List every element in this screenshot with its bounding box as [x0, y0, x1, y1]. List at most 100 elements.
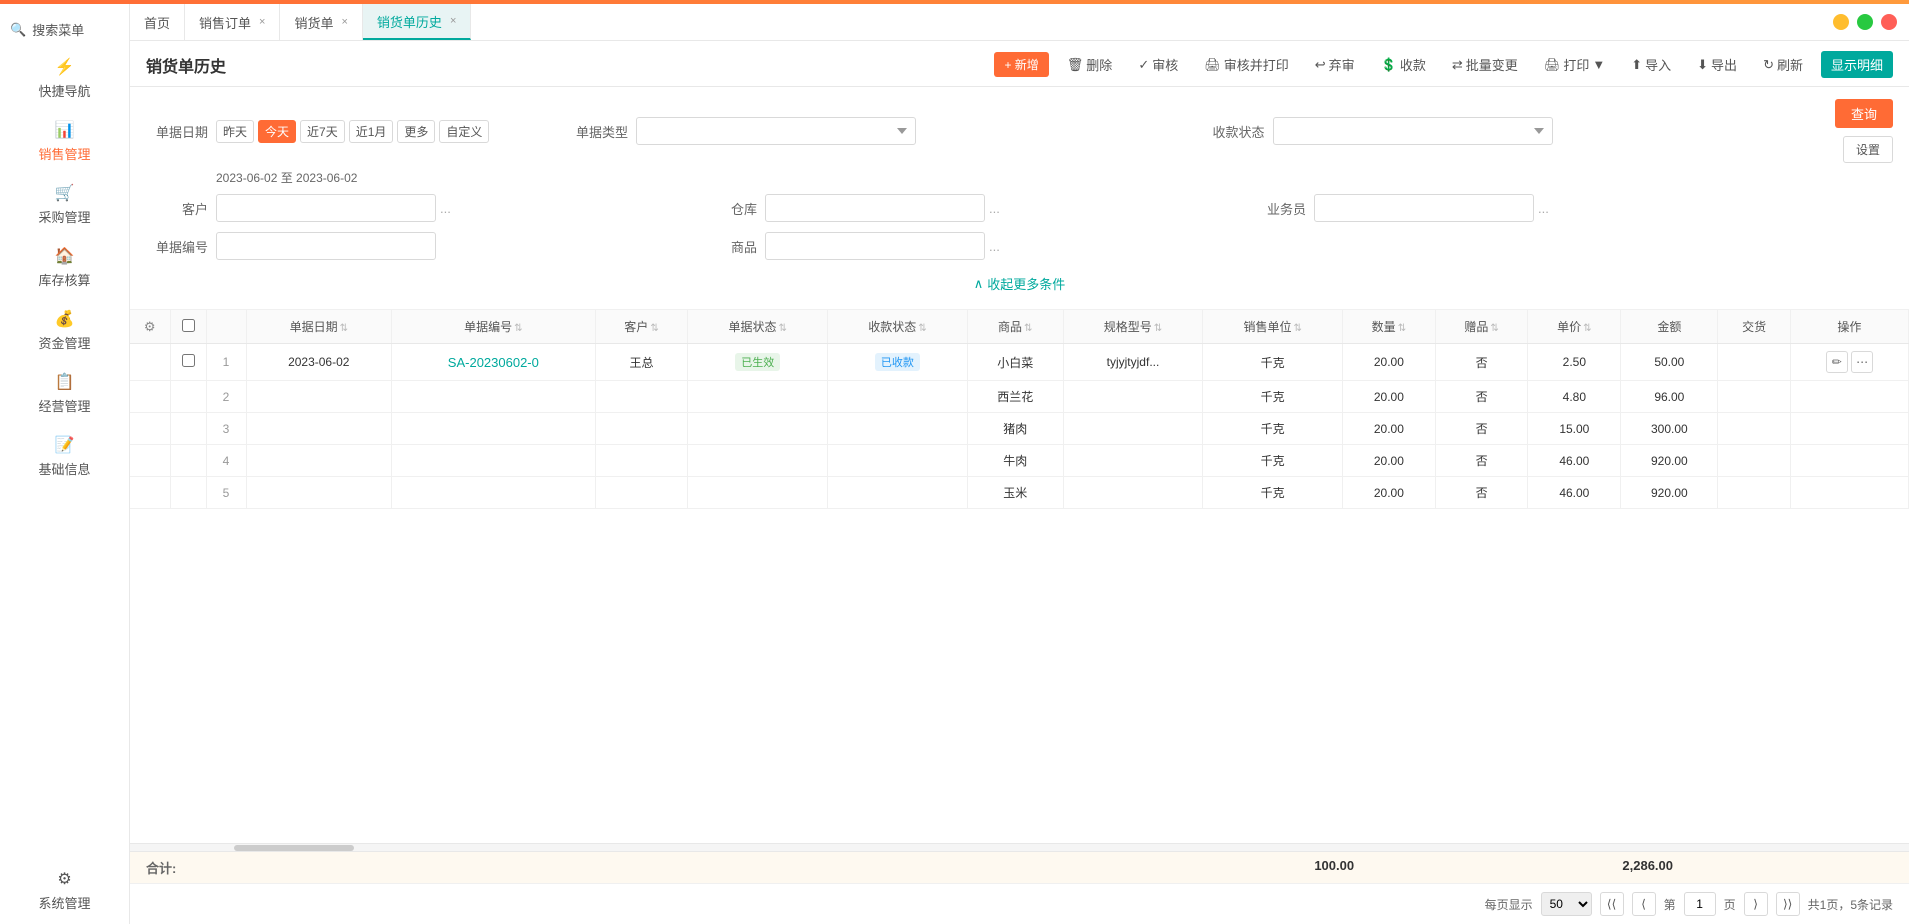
row-num-cell: 5: [206, 477, 246, 509]
table-footer: 合计: 100.00 2,286.00: [130, 851, 1909, 883]
pagination-bar: 每页显示 50 100 ⟨⟨ ⟨ 第 页 ⟩ ⟩⟩ 共1页，5条记录: [130, 883, 1909, 924]
date-range-display: 2023-06-02 至 2023-06-02: [216, 169, 357, 186]
date-7days[interactable]: 近7天: [300, 120, 345, 143]
th-doc-status[interactable]: 单据状态⇅: [688, 310, 828, 344]
th-price[interactable]: 单价⇅: [1528, 310, 1621, 344]
sidebar-item-quick-nav[interactable]: ⚡ 快捷导航: [0, 47, 129, 110]
doc-status-badge: 已生效: [735, 353, 780, 371]
th-qty[interactable]: 数量⇅: [1343, 310, 1436, 344]
import-button[interactable]: ⬆ 导入: [1623, 51, 1679, 78]
th-order-no[interactable]: 单据编号⇅: [392, 310, 596, 344]
customer-dots[interactable]: ...: [440, 201, 451, 216]
tab-bar: 首页 销售订单 × 销货单 × 销货单历史 ×: [130, 4, 1909, 41]
tab-close-sales-goods[interactable]: ×: [341, 16, 347, 28]
table-scroll-bar[interactable]: [130, 843, 1909, 851]
row-unit-cell: 千克: [1203, 477, 1343, 509]
th-date[interactable]: 单据日期⇅: [246, 310, 392, 344]
th-spec[interactable]: 规格型号⇅: [1063, 310, 1203, 344]
type-select[interactable]: [636, 117, 916, 145]
row-goods-cell: 牛肉: [967, 445, 1063, 477]
row-settings-cell: [130, 413, 170, 445]
audit-button[interactable]: ✓ 审核: [1130, 51, 1186, 78]
settings-icon[interactable]: ⚙: [144, 319, 156, 334]
tab-sales-goods[interactable]: 销货单 ×: [280, 4, 362, 40]
row-pay-status-cell: [828, 445, 968, 477]
totals-label: 合计:: [146, 858, 346, 877]
sidebar-item-finance[interactable]: 💰 资金管理: [0, 299, 129, 362]
goods-dots[interactable]: ...: [989, 239, 1000, 254]
date-yesterday[interactable]: 昨天: [216, 120, 254, 143]
row-transaction-cell: [1718, 413, 1790, 445]
row-actions-cell: [1790, 413, 1908, 445]
import-icon: ⬆: [1631, 57, 1642, 73]
payment-select[interactable]: [1273, 117, 1553, 145]
row-edit-button[interactable]: ✏: [1826, 351, 1848, 373]
row-doc-status-cell: [688, 445, 828, 477]
query-button[interactable]: 查询: [1835, 99, 1893, 128]
new-button[interactable]: + 新增: [994, 52, 1048, 77]
collect-button[interactable]: 💲 收款: [1373, 51, 1434, 78]
delete-button[interactable]: 🗑 删除: [1059, 51, 1121, 78]
finance-icon: 💰: [55, 309, 75, 329]
warehouse-dots[interactable]: ...: [989, 201, 1000, 216]
page-last-button[interactable]: ⟩⟩: [1776, 892, 1800, 916]
totals-qty: 100.00: [346, 858, 1622, 877]
page-first-button[interactable]: ⟨⟨: [1600, 892, 1624, 916]
date-custom[interactable]: 自定义: [439, 120, 489, 143]
th-unit[interactable]: 销售单位⇅: [1203, 310, 1343, 344]
type-label: 单据类型: [566, 122, 636, 141]
date-today[interactable]: 今天: [258, 120, 296, 143]
date-label: 单据日期: [146, 122, 216, 141]
tab-close-sales-order[interactable]: ×: [259, 16, 265, 28]
audit-print-button[interactable]: 🖨 审核并打印: [1196, 51, 1297, 78]
page-next-button[interactable]: ⟩: [1744, 892, 1768, 916]
sidebar-item-sales-mgmt[interactable]: 📊 销售管理: [0, 110, 129, 173]
warehouse-input[interactable]: [765, 194, 985, 222]
collapse-button[interactable]: ∧ 收起更多条件: [146, 270, 1893, 297]
th-pay-status[interactable]: 收款状态⇅: [828, 310, 968, 344]
th-gift[interactable]: 赠品⇅: [1435, 310, 1528, 344]
row-unit-cell: 千克: [1203, 413, 1343, 445]
minimize-button[interactable]: [1833, 14, 1849, 30]
maximize-button[interactable]: [1857, 14, 1873, 30]
sidebar-item-purchase-mgmt[interactable]: 🛒 采购管理: [0, 173, 129, 236]
date-1month[interactable]: 近1月: [349, 120, 394, 143]
export-button[interactable]: ⬇ 导出: [1689, 51, 1745, 78]
th-goods[interactable]: 商品⇅: [967, 310, 1063, 344]
sidebar-search[interactable]: 🔍 搜索菜单: [0, 12, 129, 47]
row-pay-status-cell: 已收款: [828, 344, 968, 381]
abandon-button[interactable]: ↩ 弃审: [1307, 51, 1363, 78]
row-checkbox[interactable]: [182, 354, 195, 367]
show-detail-button[interactable]: 显示明细: [1821, 51, 1893, 78]
row-more-button[interactable]: ⋯: [1851, 351, 1873, 373]
staff-dots[interactable]: ...: [1538, 201, 1549, 216]
row-transaction-cell: [1718, 344, 1790, 381]
print-button[interactable]: 🖨 打印 ▼: [1536, 51, 1613, 78]
tab-close-sales-history[interactable]: ×: [450, 15, 456, 27]
staff-input[interactable]: [1314, 194, 1534, 222]
order-no-input[interactable]: [216, 232, 436, 260]
scroll-thumb[interactable]: [234, 845, 354, 851]
page-prev-button[interactable]: ⟨: [1632, 892, 1656, 916]
customer-input[interactable]: [216, 194, 436, 222]
order-no-link[interactable]: SA-20230602-0: [448, 355, 539, 370]
tab-home[interactable]: 首页: [130, 4, 185, 40]
tab-sales-history[interactable]: 销货单历史 ×: [363, 4, 471, 40]
th-row-num: [206, 310, 246, 344]
th-customer[interactable]: 客户⇅: [595, 310, 688, 344]
sidebar-item-inventory[interactable]: 🏠 库存核算: [0, 236, 129, 299]
date-more[interactable]: 更多: [397, 120, 435, 143]
page-input[interactable]: [1684, 892, 1716, 916]
close-button[interactable]: [1881, 14, 1897, 30]
row-customer-cell: 王总: [595, 344, 688, 381]
sidebar-item-basic-info[interactable]: 📝 基础信息: [0, 425, 129, 488]
per-page-select[interactable]: 50 100: [1541, 892, 1592, 916]
goods-input[interactable]: [765, 232, 985, 260]
setting-button[interactable]: 设置: [1843, 136, 1893, 163]
sidebar-item-system[interactable]: ⚙ 系统管理: [0, 859, 129, 924]
sidebar-item-operations[interactable]: 📋 经营管理: [0, 362, 129, 425]
select-all-checkbox[interactable]: [182, 319, 195, 332]
batch-change-button[interactable]: ⇄ 批量变更: [1444, 51, 1526, 78]
refresh-button[interactable]: ↻ 刷新: [1755, 51, 1811, 78]
tab-sales-order[interactable]: 销售订单 ×: [185, 4, 280, 40]
